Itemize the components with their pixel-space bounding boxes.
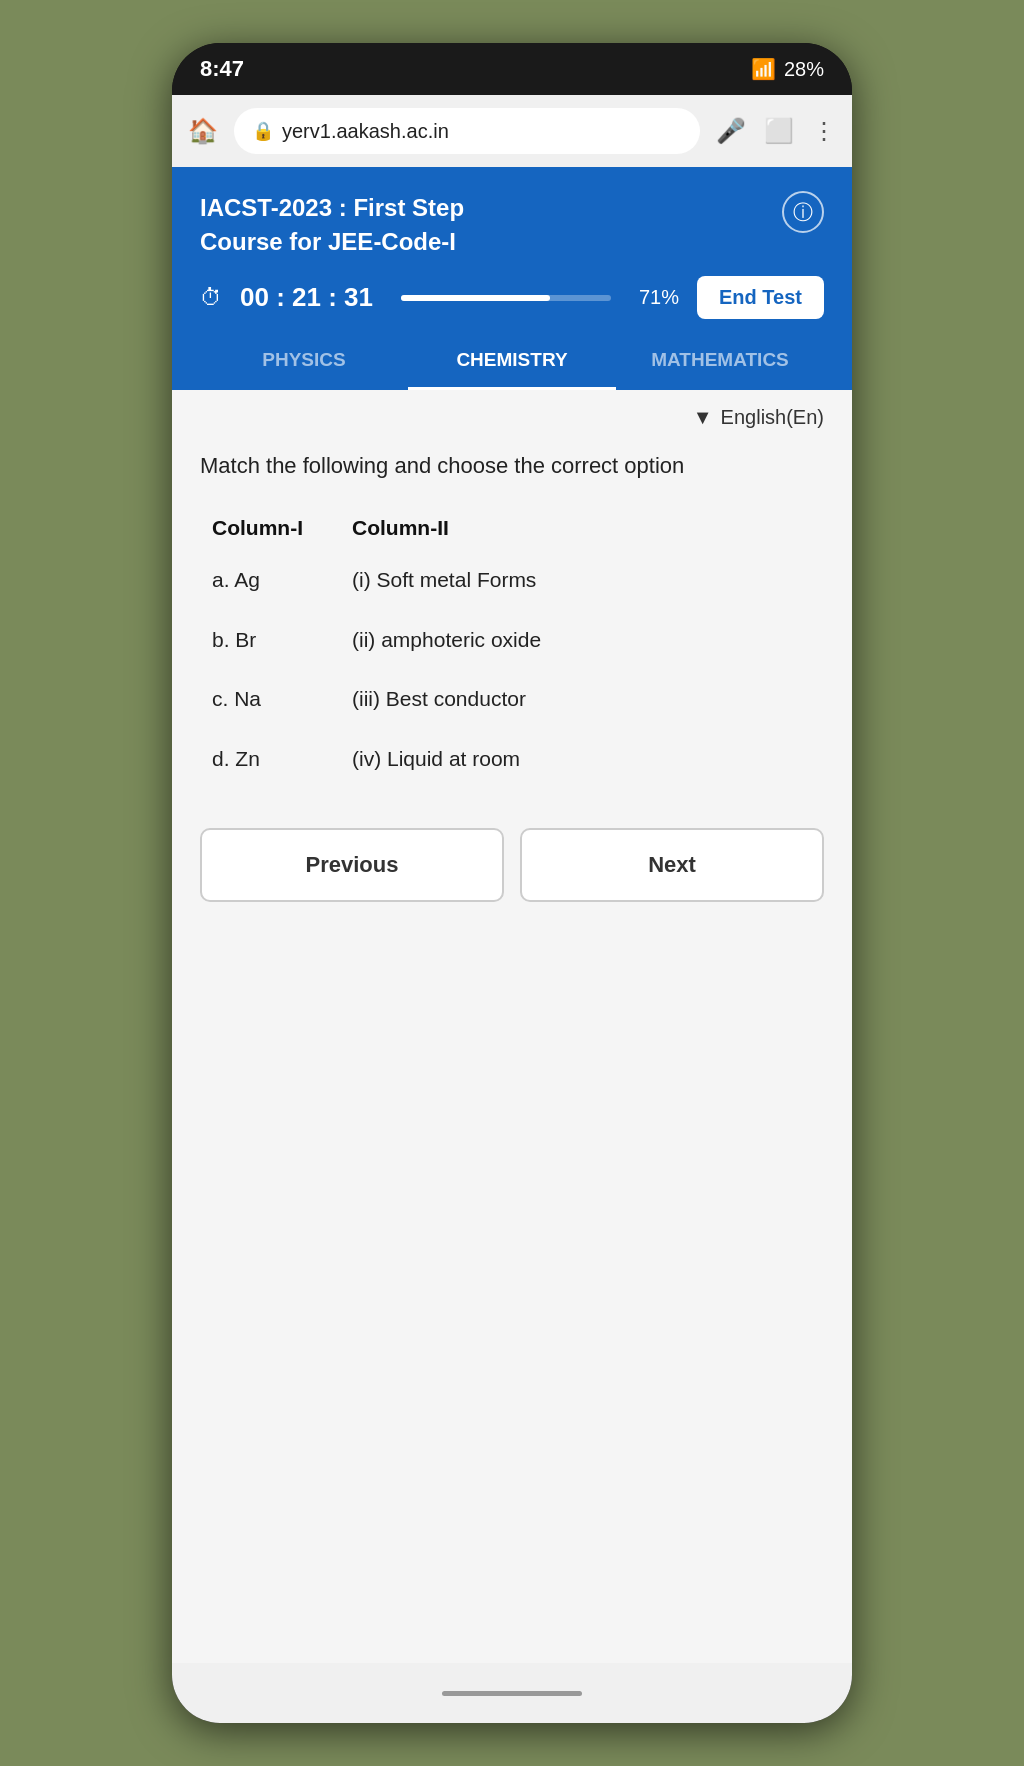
tab-mathematics[interactable]: MATHEMATICS xyxy=(616,333,824,390)
more-icon[interactable]: ⋮ xyxy=(812,117,836,145)
progress-bar-fill xyxy=(401,295,550,301)
row4-col2: (iv) Liquid at room xyxy=(340,729,824,789)
subject-tabs: PHYSICS CHEMISTRY MATHEMATICS xyxy=(200,333,824,390)
url-bar[interactable]: 🔒 yerv1.aakash.ac.in xyxy=(234,108,700,154)
info-icon[interactable]: ⓘ xyxy=(782,191,824,233)
row4-col2-text: Liquid at room xyxy=(387,747,520,770)
question-text: Match the following and choose the corre… xyxy=(200,449,824,482)
row3-col2: (iii) Best conductor xyxy=(340,669,824,729)
match-table: Column-I Column-II a. Ag (i) Soft metal … xyxy=(200,506,824,788)
mic-icon[interactable]: 🎤 xyxy=(716,117,746,145)
timer-icon: ⏱ xyxy=(200,285,222,311)
status-right: 📶 28% xyxy=(751,57,824,81)
col2-header: Column-II xyxy=(340,506,824,550)
question-body: Match the following and choose the corre… xyxy=(172,439,852,808)
language-label: English(En) xyxy=(721,406,824,429)
phone-bottom-bar xyxy=(172,1663,852,1723)
row1-col1: a. Ag xyxy=(200,550,340,610)
home-icon[interactable]: 🏠 xyxy=(188,117,218,145)
browser-bar: 🏠 🔒 yerv1.aakash.ac.in 🎤 ⬜ ⋮ xyxy=(172,95,852,167)
table-row: c. Na (iii) Best conductor xyxy=(200,669,824,729)
browser-actions: 🎤 ⬜ ⋮ xyxy=(716,117,836,145)
row1-col2: (i) Soft metal Forms xyxy=(340,550,824,610)
progress-label: 71% xyxy=(639,286,679,309)
app-header: IACST-2023 : First StepCourse for JEE-Co… xyxy=(172,167,852,390)
course-title: IACST-2023 : First StepCourse for JEE-Co… xyxy=(200,191,464,258)
end-test-button[interactable]: End Test xyxy=(697,276,824,319)
row2-col2-text: amphoteric oxide xyxy=(381,628,541,651)
timer-display: 00 : 21 : 31 xyxy=(240,282,373,313)
row1-col2-num: (i) xyxy=(352,568,371,591)
table-row: d. Zn (iv) Liquid at room xyxy=(200,729,824,789)
tab-physics[interactable]: PHYSICS xyxy=(200,333,408,390)
row4-col1: d. Zn xyxy=(200,729,340,789)
chevron-down-icon: ▼ xyxy=(693,406,713,429)
table-row: a. Ag (i) Soft metal Forms xyxy=(200,550,824,610)
row3-col2-text: Best conductor xyxy=(386,687,526,710)
question-area: ▼ English(En) Match the following and ch… xyxy=(172,390,852,1663)
language-button[interactable]: ▼ English(En) xyxy=(693,406,824,429)
signal-icon: 📶 xyxy=(751,57,776,81)
next-button[interactable]: Next xyxy=(520,828,824,902)
previous-button[interactable]: Previous xyxy=(200,828,504,902)
row2-col2-num: (ii) xyxy=(352,628,375,651)
row3-col1: c. Na xyxy=(200,669,340,729)
row2-col1: b. Br xyxy=(200,610,340,670)
col1-header: Column-I xyxy=(200,506,340,550)
row3-col2-num: (iii) xyxy=(352,687,380,710)
tab-chemistry[interactable]: CHEMISTRY xyxy=(408,333,616,390)
url-text: yerv1.aakash.ac.in xyxy=(282,120,449,143)
row2-col2: (ii) amphoteric oxide xyxy=(340,610,824,670)
row1-col2-text: Soft metal Forms xyxy=(377,568,537,591)
lock-icon: 🔒 xyxy=(252,120,274,142)
progress-bar-container xyxy=(401,295,611,301)
row4-col2-num: (iv) xyxy=(352,747,381,770)
tab-count-icon[interactable]: ⬜ xyxy=(764,117,794,145)
phone-device: 8:47 📶 28% 🏠 🔒 yerv1.aakash.ac.in 🎤 ⬜ ⋮ … xyxy=(172,43,852,1723)
bottom-indicator xyxy=(442,1691,582,1696)
status-time: 8:47 xyxy=(200,56,244,82)
nav-buttons: Previous Next xyxy=(172,808,852,930)
table-row: b. Br (ii) amphoteric oxide xyxy=(200,610,824,670)
phone-screen: IACST-2023 : First StepCourse for JEE-Co… xyxy=(172,167,852,1663)
language-selector-row: ▼ English(En) xyxy=(172,390,852,439)
battery-text: 28% xyxy=(784,58,824,81)
status-bar: 8:47 📶 28% xyxy=(172,43,852,95)
